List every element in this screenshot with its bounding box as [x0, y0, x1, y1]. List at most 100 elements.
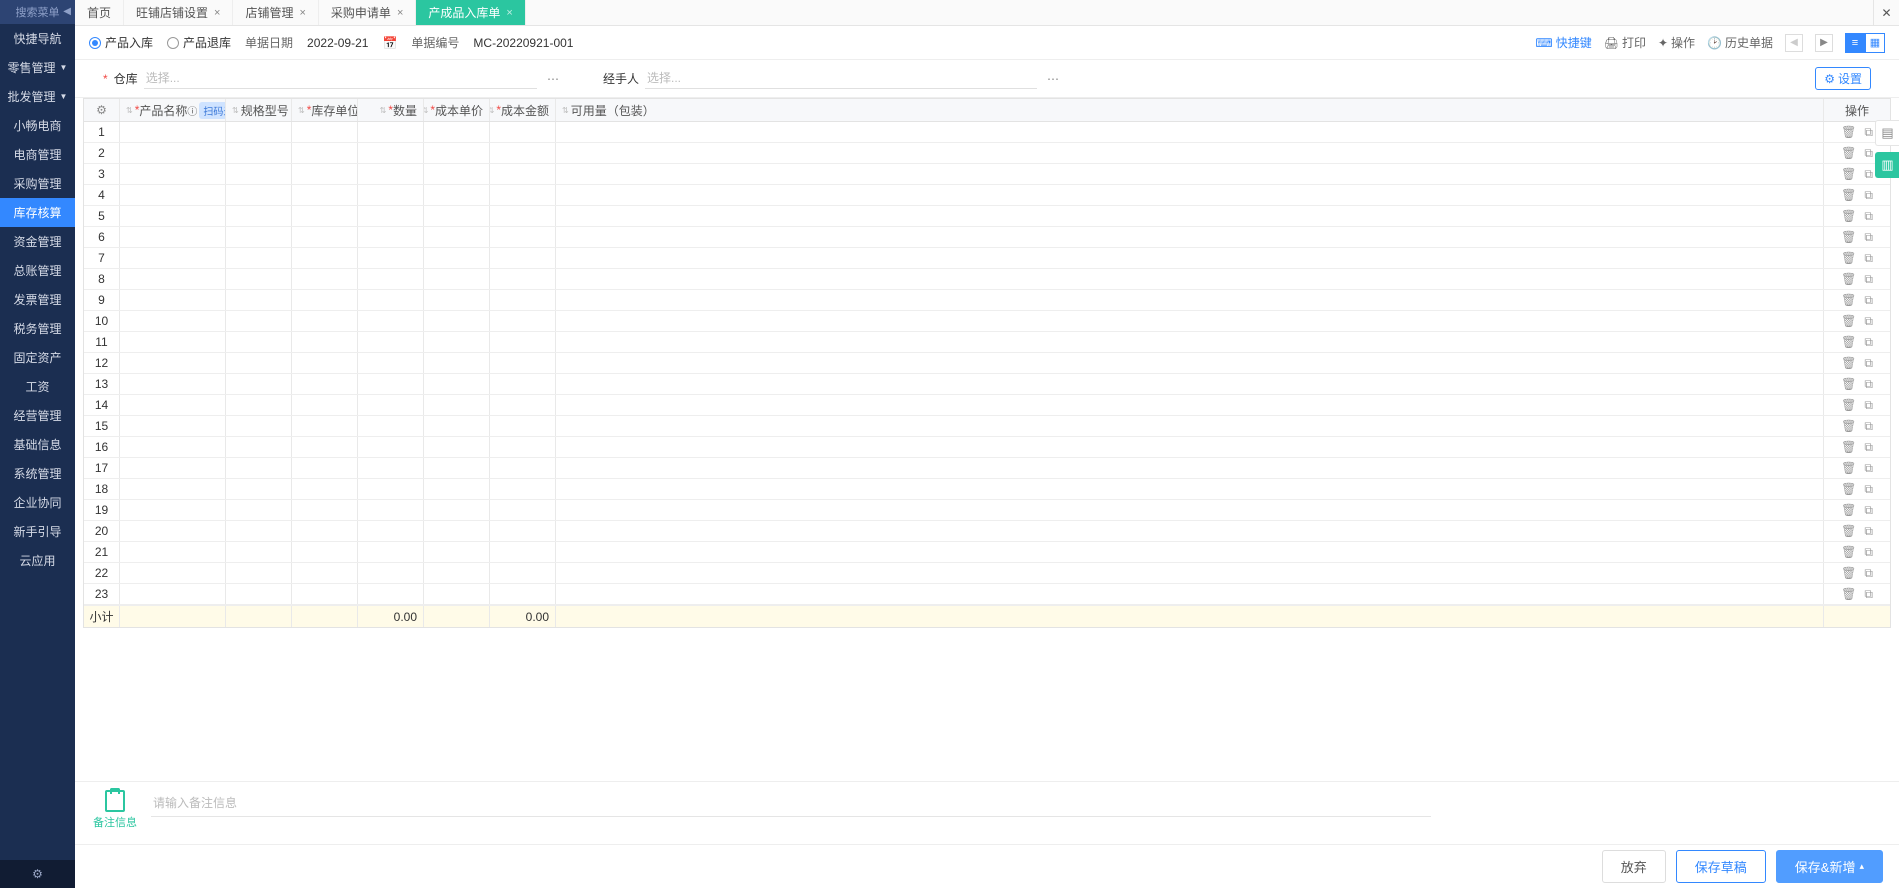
cell-unit[interactable] [292, 374, 358, 394]
cell-name[interactable] [120, 122, 226, 142]
cell-spec[interactable] [226, 521, 292, 541]
cell-name[interactable] [120, 143, 226, 163]
table-row[interactable]: 6🗑⧉ [84, 227, 1890, 248]
cell-price[interactable] [424, 185, 490, 205]
table-row[interactable]: 2🗑⧉ [84, 143, 1890, 164]
delete-row-icon[interactable]: 🗑 [1841, 461, 1856, 476]
cell-unit[interactable] [292, 437, 358, 457]
col-available[interactable]: ⇅可用量（包装） [556, 99, 1824, 121]
delete-row-icon[interactable]: 🗑 [1841, 440, 1856, 455]
copy-row-icon[interactable]: ⧉ [1864, 146, 1873, 161]
cell-qty[interactable] [358, 164, 424, 184]
cell-price[interactable] [424, 332, 490, 352]
table-row[interactable]: 22🗑⧉ [84, 563, 1890, 584]
next-doc-button[interactable]: ▶ [1815, 34, 1833, 52]
tab-2[interactable]: 店铺管理× [233, 0, 318, 25]
sidebar-item-10[interactable]: 税务管理 [0, 314, 75, 343]
operate-link[interactable]: ✦操作 [1658, 34, 1695, 51]
cell-avail[interactable] [556, 542, 1824, 562]
delete-row-icon[interactable]: 🗑 [1841, 146, 1856, 161]
copy-row-icon[interactable]: ⧉ [1864, 398, 1873, 413]
col-qty[interactable]: ⇅*数量 [358, 99, 424, 121]
cell-price[interactable] [424, 374, 490, 394]
copy-row-icon[interactable]: ⧉ [1864, 188, 1873, 203]
cell-spec[interactable] [226, 185, 292, 205]
scan-badge[interactable]: 扫码录入 [199, 102, 226, 119]
table-row[interactable]: 11🗑⧉ [84, 332, 1890, 353]
delete-row-icon[interactable]: 🗑 [1841, 545, 1856, 560]
cell-price[interactable] [424, 437, 490, 457]
discard-button[interactable]: 放弃 [1602, 850, 1666, 883]
table-row[interactable]: 16🗑⧉ [84, 437, 1890, 458]
cell-spec[interactable] [226, 563, 292, 583]
cell-qty[interactable] [358, 227, 424, 247]
cell-unit[interactable] [292, 248, 358, 268]
cell-avail[interactable] [556, 500, 1824, 520]
cell-avail[interactable] [556, 416, 1824, 436]
cell-spec[interactable] [226, 143, 292, 163]
cell-qty[interactable] [358, 353, 424, 373]
cell-spec[interactable] [226, 332, 292, 352]
cell-name[interactable] [120, 248, 226, 268]
cell-unit[interactable] [292, 311, 358, 331]
cell-unit[interactable] [292, 353, 358, 373]
cell-qty[interactable] [358, 374, 424, 394]
cell-qty[interactable] [358, 500, 424, 520]
delete-row-icon[interactable]: 🗑 [1841, 356, 1856, 371]
cell-spec[interactable] [226, 416, 292, 436]
copy-row-icon[interactable]: ⧉ [1864, 209, 1873, 224]
cell-spec[interactable] [226, 248, 292, 268]
cell-qty[interactable] [358, 521, 424, 541]
cell-unit[interactable] [292, 122, 358, 142]
cell-amount[interactable] [490, 206, 556, 226]
cell-name[interactable] [120, 563, 226, 583]
cell-price[interactable] [424, 542, 490, 562]
table-row[interactable]: 3🗑⧉ [84, 164, 1890, 185]
cell-qty[interactable] [358, 584, 424, 604]
cell-name[interactable] [120, 185, 226, 205]
cell-price[interactable] [424, 521, 490, 541]
copy-row-icon[interactable]: ⧉ [1864, 272, 1873, 287]
cell-spec[interactable] [226, 458, 292, 478]
rail-btn-1[interactable]: ▤ [1875, 120, 1899, 146]
tab-3[interactable]: 采购申请单× [319, 0, 416, 25]
close-icon[interactable]: × [299, 7, 305, 19]
cell-amount[interactable] [490, 227, 556, 247]
sidebar-item-14[interactable]: 基础信息 [0, 430, 75, 459]
handler-input[interactable] [645, 68, 1037, 89]
cell-amount[interactable] [490, 143, 556, 163]
cell-avail[interactable] [556, 458, 1824, 478]
tabs-close-all[interactable]: ✕ [1873, 0, 1899, 25]
cell-name[interactable] [120, 479, 226, 499]
copy-row-icon[interactable]: ⧉ [1864, 314, 1873, 329]
prev-doc-button[interactable]: ◀ [1785, 34, 1803, 52]
history-link[interactable]: 🕑历史单据 [1707, 34, 1773, 51]
cell-amount[interactable] [490, 479, 556, 499]
cell-name[interactable] [120, 521, 226, 541]
cell-amount[interactable] [490, 164, 556, 184]
table-row[interactable]: 17🗑⧉ [84, 458, 1890, 479]
calendar-icon[interactable]: 📅 [382, 36, 397, 50]
copy-row-icon[interactable]: ⧉ [1864, 167, 1873, 182]
cell-avail[interactable] [556, 374, 1824, 394]
cell-qty[interactable] [358, 458, 424, 478]
cell-price[interactable] [424, 563, 490, 583]
table-row[interactable]: 10🗑⧉ [84, 311, 1890, 332]
sidebar-item-3[interactable]: 小畅电商 [0, 111, 75, 140]
cell-amount[interactable] [490, 332, 556, 352]
shortcut-link[interactable]: ⌨快捷键 [1535, 34, 1591, 51]
cell-name[interactable] [120, 437, 226, 457]
cell-price[interactable] [424, 479, 490, 499]
cell-avail[interactable] [556, 248, 1824, 268]
cell-unit[interactable] [292, 584, 358, 604]
cell-name[interactable] [120, 206, 226, 226]
cell-price[interactable] [424, 584, 490, 604]
cell-avail[interactable] [556, 332, 1824, 352]
cell-price[interactable] [424, 248, 490, 268]
view-grid-button[interactable]: ▦ [1865, 33, 1885, 53]
cell-avail[interactable] [556, 227, 1824, 247]
copy-row-icon[interactable]: ⧉ [1864, 545, 1873, 560]
radio-product-in[interactable]: 产品入库 [89, 34, 153, 51]
table-row[interactable]: 5🗑⧉ [84, 206, 1890, 227]
table-row[interactable]: 14🗑⧉ [84, 395, 1890, 416]
